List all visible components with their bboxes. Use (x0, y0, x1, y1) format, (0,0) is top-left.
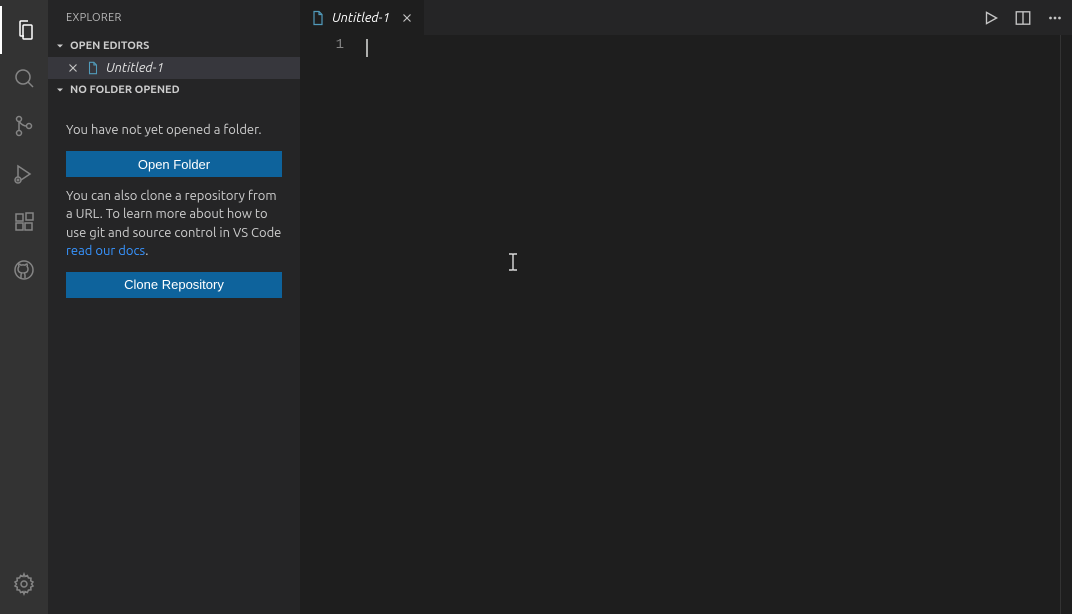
open-folder-button[interactable]: Open Folder (66, 151, 282, 177)
clone-message-end: . (145, 244, 148, 258)
no-folder-body: You have not yet opened a folder. Open F… (48, 101, 300, 298)
editor-body[interactable]: 1 (300, 35, 1072, 614)
run-icon[interactable] (982, 9, 1000, 27)
minimap[interactable] (1060, 35, 1072, 614)
section-label: NO FOLDER OPENED (70, 84, 180, 96)
tab-untitled-1[interactable]: Untitled-1 (300, 0, 425, 35)
no-folder-message: You have not yet opened a folder. (66, 121, 282, 139)
sidebar-explorer: EXPLORER OPEN EDITORS Untitled-1 NO FOLD… (48, 0, 300, 614)
clone-message-text: You can also clone a repository from a U… (66, 189, 281, 239)
activity-run-debug[interactable] (0, 150, 48, 198)
activity-settings[interactable] (0, 560, 48, 608)
more-icon[interactable] (1046, 9, 1064, 27)
section-open-editors[interactable]: OPEN EDITORS (48, 35, 300, 57)
sidebar-title: EXPLORER (48, 0, 300, 35)
chevron-down-icon (52, 82, 68, 98)
clone-message: You can also clone a repository from a U… (66, 187, 282, 260)
tab-label: Untitled-1 (332, 11, 390, 25)
activity-search[interactable] (0, 54, 48, 102)
line-gutter: 1 (300, 35, 366, 614)
read-docs-link[interactable]: read our docs (66, 244, 145, 258)
activity-explorer[interactable] (0, 6, 48, 54)
clone-repository-button[interactable]: Clone Repository (66, 272, 282, 298)
close-icon[interactable] (400, 11, 414, 25)
split-editor-icon[interactable] (1014, 9, 1032, 27)
editor-area: Untitled-1 1 (300, 0, 1072, 614)
text-cursor (366, 39, 368, 57)
close-icon[interactable] (66, 61, 82, 75)
file-icon (86, 61, 102, 75)
section-no-folder[interactable]: NO FOLDER OPENED (48, 79, 300, 101)
open-editor-filename: Untitled-1 (106, 61, 164, 75)
activity-github[interactable] (0, 246, 48, 294)
section-label: OPEN EDITORS (70, 40, 149, 52)
chevron-down-icon (52, 38, 68, 54)
tab-actions (974, 0, 1072, 35)
file-icon (310, 10, 326, 26)
code-content[interactable] (366, 35, 1060, 614)
tabs-bar: Untitled-1 (300, 0, 1072, 35)
activity-source-control[interactable] (0, 102, 48, 150)
activity-bar (0, 0, 48, 614)
line-number: 1 (300, 37, 344, 53)
open-editor-item[interactable]: Untitled-1 (48, 57, 300, 79)
activity-extensions[interactable] (0, 198, 48, 246)
